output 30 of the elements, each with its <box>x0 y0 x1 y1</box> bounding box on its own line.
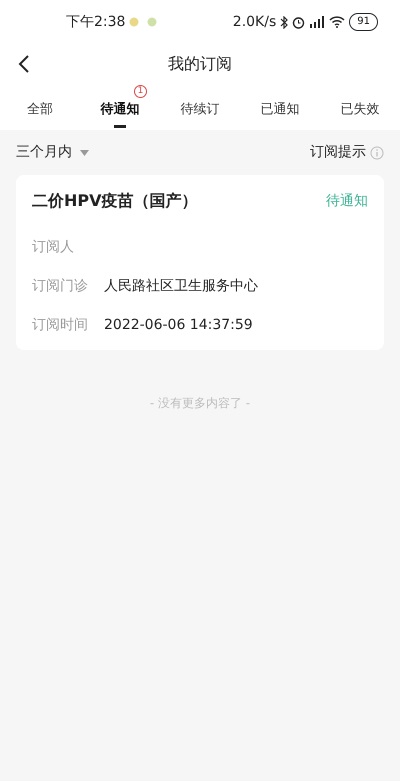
tab[interactable]: 待通知 1 <box>80 84 160 130</box>
count-badge: 1 <box>134 85 147 98</box>
status-time: 下午2:38 <box>66 12 126 32</box>
period-dropdown[interactable]: 三个月内 <box>16 142 72 163</box>
tab[interactable]: 已失效 <box>320 84 400 130</box>
tab[interactable]: 待续订 <box>160 84 240 130</box>
card-title: 二价HPV疫苗（国产） <box>32 190 198 212</box>
field-label: 订阅时间 <box>32 316 89 335</box>
page-title: 我的订阅 <box>168 53 232 75</box>
field-label: 订阅人 <box>32 238 75 257</box>
field-label: 订阅门诊 <box>32 277 89 296</box>
notification-icon <box>147 17 158 27</box>
signal-icon <box>309 16 326 28</box>
battery-level: 91 <box>357 16 370 28</box>
tab[interactable]: 全部 <box>0 84 80 130</box>
bluetooth-icon <box>280 16 288 28</box>
info-icon[interactable] <box>370 146 384 160</box>
network-speed: 2.0K/s <box>232 12 276 32</box>
wifi-icon <box>329 16 346 28</box>
caret-icon[interactable] <box>80 150 89 156</box>
field-value: 人民路社区卫生服务中心 <box>104 277 258 296</box>
back-icon[interactable] <box>18 54 30 74</box>
field-value: 2022-06-06 14:37:59 <box>104 316 253 335</box>
end-of-list-text: - 没有更多内容了 - <box>148 395 252 412</box>
alarm-icon <box>292 16 306 28</box>
status-label: 待通知 <box>326 192 368 210</box>
subscription-card[interactable]: 二价HPV疫苗（国产） 待通知 订阅人 订阅门诊 人民路社区卫生服务中心 订阅时间 2022-06-06 14:37:59 <box>16 175 384 350</box>
tab[interactable]: 已通知 <box>240 84 320 130</box>
tip-link[interactable]: 订阅提示 <box>310 142 366 163</box>
notification-icon <box>129 17 140 27</box>
